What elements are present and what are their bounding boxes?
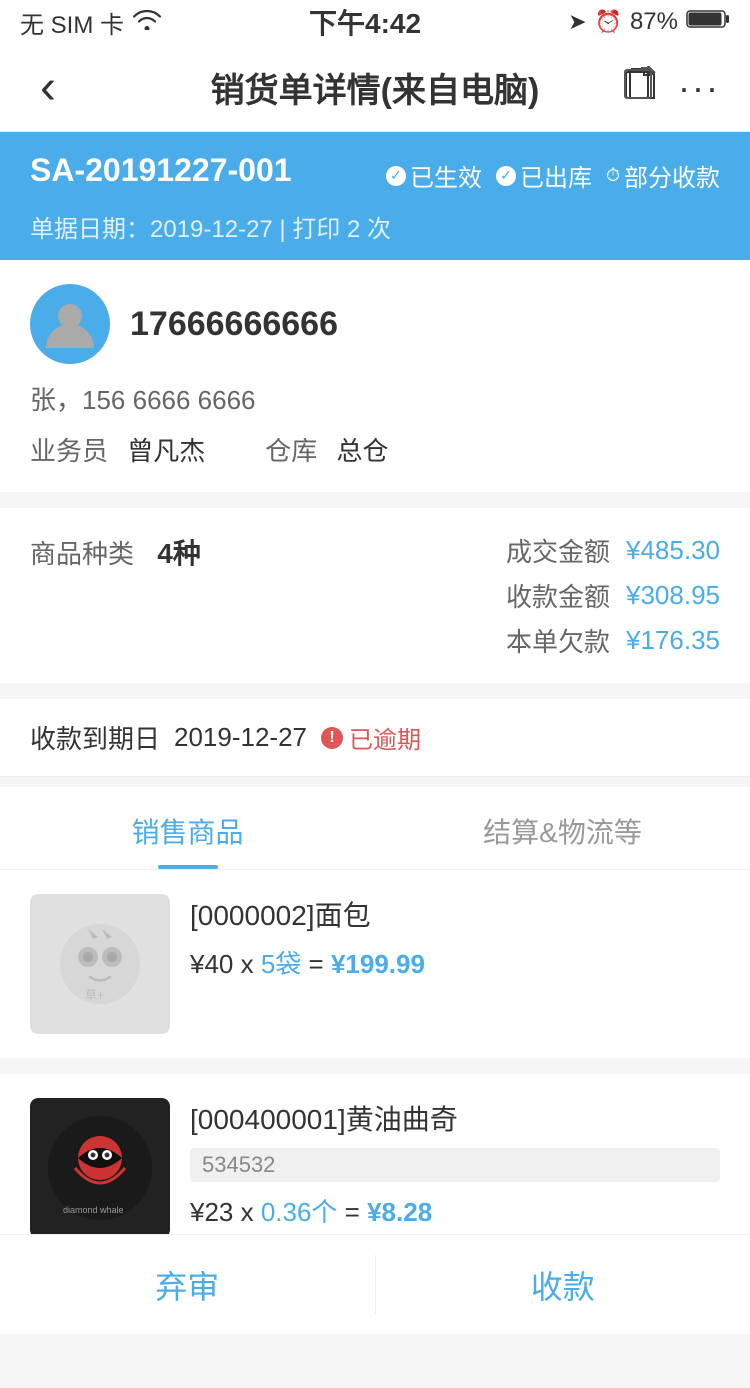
export-button[interactable]: [622, 66, 658, 110]
alarm-icon: ⏰: [595, 9, 622, 35]
product-info-1: [0000002]面包 ¥40 x 5袋 = ¥199.99: [190, 894, 720, 981]
overdue-text: 已逾期: [349, 720, 421, 755]
page-title: 销货单详情(来自电脑): [211, 63, 540, 112]
status-badge-2: ✓ 已出库: [496, 158, 592, 193]
carrier-text: 无 SIM 卡: [20, 5, 124, 40]
status-label-2: 已出库: [520, 158, 592, 193]
battery-icon: [686, 8, 730, 37]
nav-actions: ···: [622, 66, 720, 110]
product-price-1: ¥40 x 5袋 = ¥199.99: [190, 944, 720, 981]
debt-label: 本单欠款: [506, 622, 610, 659]
stats-right: 成交金额 ¥485.30 收款金额 ¥308.95 本单欠款 ¥176.35: [506, 532, 720, 659]
price-value-2: ¥23 x: [190, 1197, 261, 1227]
location-icon: ➤: [568, 9, 586, 35]
overdue-icon: !: [321, 727, 343, 749]
product-tag-2: 534532: [190, 1148, 720, 1182]
status-badge-1: ✓ 已生效: [386, 158, 482, 193]
product-img-dark: diamond whale: [30, 1098, 170, 1238]
customer-top: 17666666666: [30, 284, 720, 364]
status-right: ➤ ⏰ 87%: [568, 8, 730, 37]
qty-value-1: 5袋: [261, 949, 301, 979]
product-type-label: 商品种类: [30, 539, 134, 569]
salesperson-label: 业务员: [30, 436, 108, 466]
tab-settlement[interactable]: 结算&物流等: [375, 787, 750, 869]
check-icon-1: ✓: [386, 166, 406, 186]
back-button[interactable]: ‹: [30, 54, 66, 122]
salesperson-row: 业务员 曾凡杰: [30, 431, 205, 468]
time-display: 下午4:42: [309, 2, 421, 42]
product-name-1: [0000002]面包: [190, 894, 720, 934]
received-label: 收款金额: [506, 577, 610, 614]
equals-1: =: [309, 949, 331, 979]
amount-row: 成交金额 ¥485.30: [506, 532, 720, 569]
qty-value-2: 0.36个: [261, 1197, 338, 1227]
product-type-count: 4种: [157, 538, 201, 569]
equals-2: =: [345, 1197, 367, 1227]
warehouse-label: 仓库: [265, 436, 317, 466]
received-value: ¥308.95: [626, 580, 720, 611]
received-row: 收款金额 ¥308.95: [506, 577, 720, 614]
confirm-button[interactable]: 收款: [376, 1235, 750, 1334]
order-date: 单据日期：2019-12-27 | 打印 2 次: [30, 209, 720, 244]
total-value-1: ¥199.99: [331, 949, 425, 979]
nav-bar: ‹ 销货单详情(来自电脑) ···: [0, 44, 750, 132]
bottom-bar: 弃审 收款: [0, 1234, 750, 1334]
status-label-3: 部分收款: [624, 158, 720, 193]
clock-icon: ⏱: [606, 165, 620, 186]
avatar: [30, 284, 110, 364]
tab-sales-products[interactable]: 销售商品: [0, 787, 375, 869]
amount-value: ¥485.30: [626, 535, 720, 566]
customer-meta: 业务员 曾凡杰 仓库 总仓: [30, 431, 720, 468]
product-info-2: [000400001]黄油曲奇 534532 ¥23 x 0.36个 = ¥8.…: [190, 1098, 720, 1229]
product-price-2: ¥23 x 0.36个 = ¥8.28: [190, 1192, 720, 1229]
amount-label: 成交金额: [506, 532, 610, 569]
status-badge-3: ⏱ 部分收款: [606, 158, 720, 193]
customer-phone: 17666666666: [130, 305, 338, 344]
due-date-value: 2019-12-27: [174, 722, 307, 753]
product-name-2: [000400001]黄油曲奇: [190, 1098, 720, 1138]
product-image-2: diamond whale: [30, 1098, 170, 1238]
total-value-2: ¥8.28: [367, 1197, 432, 1227]
due-section: 收款到期日 2019-12-27 ! 已逾期: [0, 699, 750, 777]
order-id-row: SA-20191227-001 ✓ 已生效 ✓ 已出库 ⏱ 部分收款: [30, 152, 720, 199]
customer-name: 张，156 6666 6666: [30, 380, 720, 417]
product-item: 草+ [0000002]面包 ¥40 x 5袋 = ¥199.99: [0, 870, 750, 1058]
overdue-badge: ! 已逾期: [321, 720, 421, 755]
stats-left: 商品种类 4种: [30, 532, 201, 572]
price-value-1: ¥40 x: [190, 949, 261, 979]
warehouse-row: 仓库 总仓: [265, 431, 388, 468]
warehouse-value: 总仓: [337, 436, 389, 466]
svg-text:diamond whale: diamond whale: [63, 1205, 124, 1215]
status-label-1: 已生效: [410, 158, 482, 193]
more-button[interactable]: ···: [678, 67, 720, 109]
customer-section: 17666666666 张，156 6666 6666 业务员 曾凡杰 仓库 总…: [0, 260, 750, 492]
order-id: SA-20191227-001: [30, 152, 292, 189]
status-bar: 无 SIM 卡 下午4:42 ➤ ⏰ 87%: [0, 0, 750, 44]
debt-value: ¥176.35: [626, 625, 720, 656]
status-left: 无 SIM 卡: [20, 5, 162, 40]
order-header-banner: SA-20191227-001 ✓ 已生效 ✓ 已出库 ⏱ 部分收款 单据日期：…: [0, 132, 750, 260]
cancel-button[interactable]: 弃审: [0, 1235, 375, 1334]
svg-text:草+: 草+: [85, 988, 104, 1002]
battery-text: 87%: [630, 8, 678, 36]
check-icon-2: ✓: [496, 166, 516, 186]
product-image-1: 草+: [30, 894, 170, 1034]
wifi-icon: [132, 8, 162, 37]
tabs: 销售商品 结算&物流等: [0, 787, 750, 870]
salesperson-value: 曾凡杰: [127, 436, 205, 466]
product-placeholder-1: 草+: [30, 894, 170, 1034]
stats-section: 商品种类 4种 成交金额 ¥485.30 收款金额 ¥308.95 本单欠款 ¥…: [0, 508, 750, 683]
debt-row: 本单欠款 ¥176.35: [506, 622, 720, 659]
due-date-label: 收款到期日: [30, 719, 160, 756]
status-badges: ✓ 已生效 ✓ 已出库 ⏱ 部分收款: [386, 158, 720, 193]
